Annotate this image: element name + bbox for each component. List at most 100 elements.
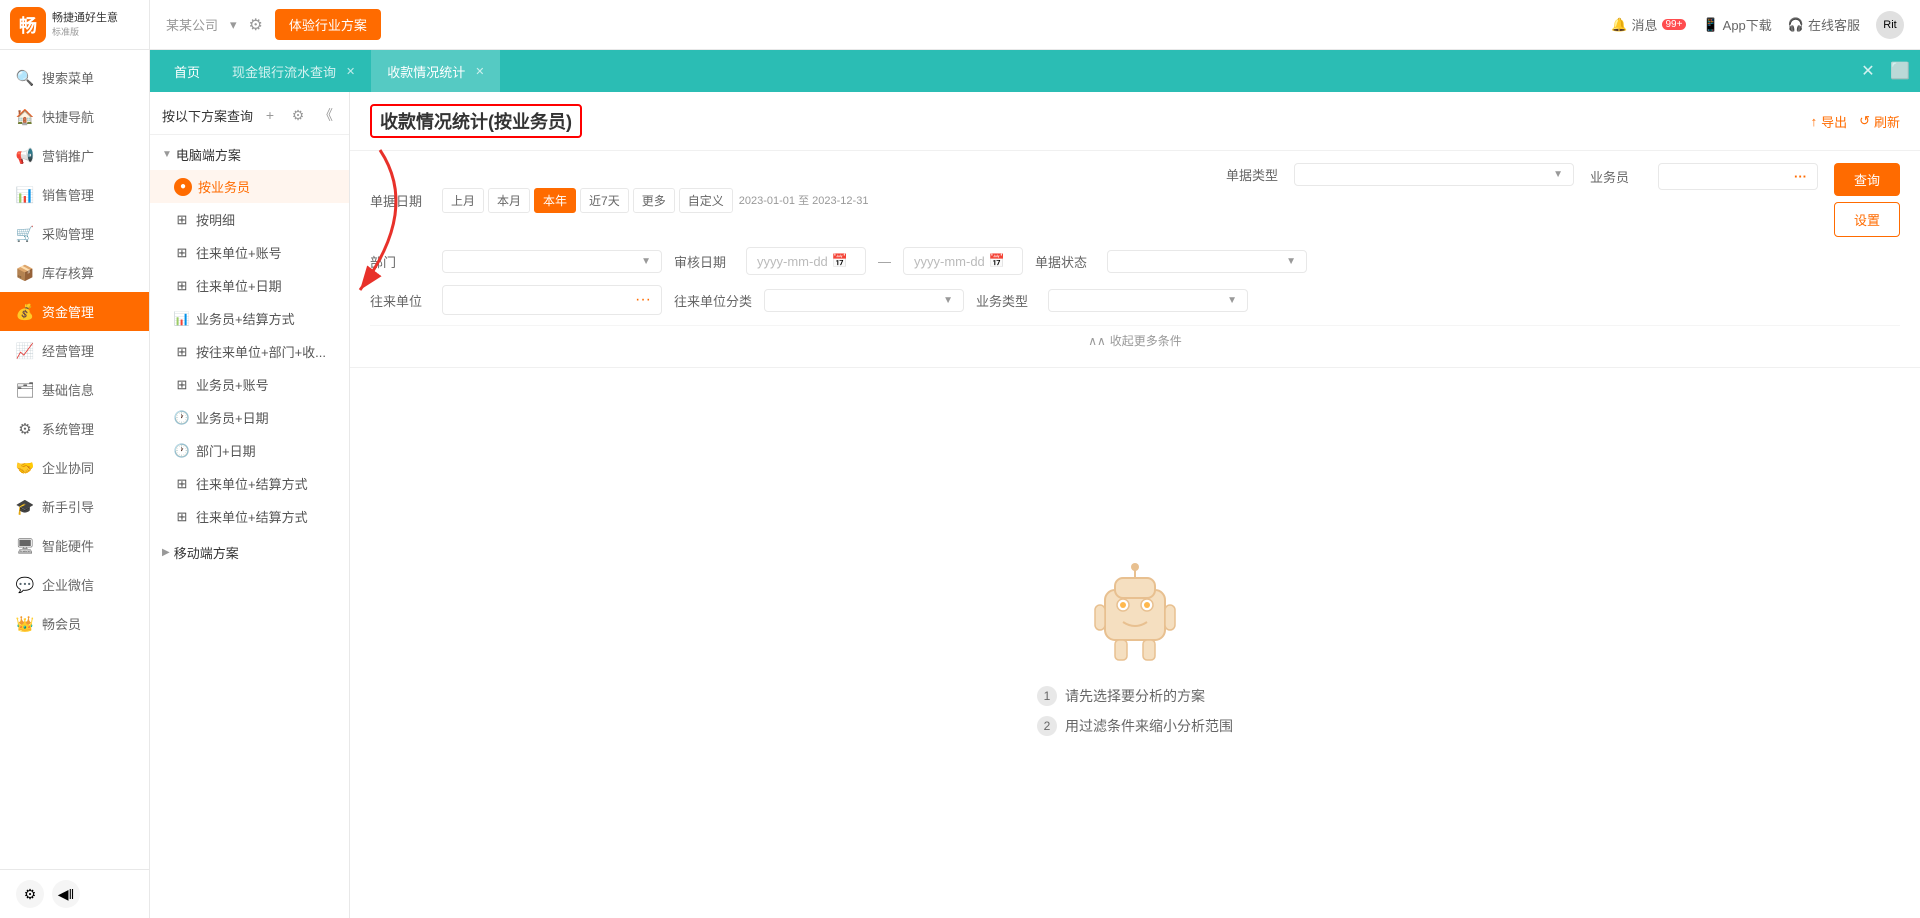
- sidebar-item-operation[interactable]: 📈 经营管理: [0, 331, 149, 370]
- sidebar-settings-btn[interactable]: ⚙: [16, 880, 44, 908]
- partner-class-label: 往来单位分类: [674, 291, 752, 310]
- guide-icon: 🎓: [16, 498, 34, 516]
- tree-item-partner-dept-collect[interactable]: ⊞ 按往来单位+部门+收...: [150, 335, 349, 368]
- window-maximize-btn[interactable]: ⬜: [1888, 59, 1912, 83]
- notification-btn[interactable]: 🔔 消息 99+: [1611, 15, 1686, 34]
- tree-item-label: 业务员+结算方式: [196, 309, 295, 328]
- page-title: 收款情况统计(按业务员): [370, 104, 582, 138]
- partner-select[interactable]: ···: [442, 285, 662, 315]
- partner-label: 往来单位: [370, 291, 430, 310]
- topbar-settings-btn[interactable]: ⚙: [249, 15, 263, 35]
- grid-icon: ⊞: [174, 212, 190, 228]
- grid-icon: ⊞: [174, 245, 190, 261]
- sidebar-item-base[interactable]: 🗂 基础信息: [0, 370, 149, 409]
- sidebar-item-hardware[interactable]: 🖥 智能硬件: [0, 526, 149, 565]
- app-logo: 畅 畅捷通好生意 标准版: [0, 0, 149, 50]
- panel-header-icons: + ⚙ 《: [259, 104, 337, 126]
- sidebar-item-search[interactable]: 🔍 搜索菜单: [0, 58, 149, 97]
- topbar-dropdown-icon[interactable]: ▾: [230, 17, 237, 33]
- tree-item-salesman-date[interactable]: 🕐 业务员+日期: [150, 401, 349, 434]
- tree-item-partner-account[interactable]: ⊞ 往来单位+账号: [150, 236, 349, 269]
- setting-btn[interactable]: 设置: [1834, 202, 1900, 237]
- inventory-icon: 📦: [16, 264, 34, 282]
- date-btn-this-month[interactable]: 本月: [488, 188, 530, 213]
- refresh-btn[interactable]: ↺ 刷新: [1859, 112, 1900, 131]
- active-indicator: ●: [174, 178, 192, 196]
- collapse-more-btn[interactable]: ∧∧ 收起更多条件: [370, 325, 1900, 355]
- sidebar-item-wechat[interactable]: 💬 企业微信: [0, 565, 149, 604]
- date-btn-last-month[interactable]: 上月: [442, 188, 484, 213]
- tree-desktop-parent[interactable]: ▼ 电脑端方案: [150, 139, 349, 170]
- tree-item-partner-settle1[interactable]: ⊞ 往来单位+结算方式: [150, 467, 349, 500]
- audit-date-from-input[interactable]: yyyy-mm-dd 📅: [746, 247, 866, 275]
- sidebar-item-inventory[interactable]: 📦 库存核算: [0, 253, 149, 292]
- dept-filter-label: 部门: [370, 252, 430, 271]
- grid-icon: ⊞: [174, 278, 190, 294]
- tree-section: ▼ 电脑端方案 ● 按业务员 ⊞ 按明细 ⊞ 往来单位+账号: [150, 135, 349, 572]
- app-download-btn[interactable]: 📱 App下载: [1702, 15, 1771, 34]
- date-btn-this-year[interactable]: 本年: [534, 188, 576, 213]
- salesman-select[interactable]: ···: [1658, 163, 1818, 190]
- sidebar-item-quick-nav[interactable]: 🏠 快捷导航: [0, 97, 149, 136]
- partner-class-select[interactable]: ▼: [764, 289, 964, 312]
- sidebar-footer: ⚙ ◀‖: [0, 869, 149, 918]
- chart-icon: 📊: [174, 311, 190, 327]
- tree-item-salesman-settle[interactable]: 📊 业务员+结算方式: [150, 302, 349, 335]
- date-btn-custom[interactable]: 自定义: [679, 188, 733, 213]
- audit-date-to-input[interactable]: yyyy-mm-dd 📅: [903, 247, 1023, 275]
- doc-status-select[interactable]: ▼: [1107, 250, 1307, 273]
- tree-item-by-salesman[interactable]: ● 按业务员: [150, 170, 349, 203]
- home-icon: 🏠: [16, 108, 34, 126]
- content-area: 按以下方案查询 + ⚙ 《 ▼ 电脑端方案 ● 按业务员: [150, 92, 1920, 918]
- tree-mobile-parent[interactable]: ▶ 移动端方案: [150, 537, 349, 568]
- sidebar-item-sales[interactable]: 📊 销售管理: [0, 175, 149, 214]
- tree-item-partner-settle2[interactable]: ⊞ 往来单位+结算方式: [150, 500, 349, 533]
- trial-btn[interactable]: 体验行业方案: [275, 9, 381, 40]
- app-download-label: App下载: [1723, 15, 1772, 34]
- export-btn[interactable]: ↑ 导出: [1811, 112, 1848, 131]
- tab-collection-stats-close[interactable]: ✕: [475, 65, 484, 78]
- window-buttons: ✕ ⬜: [1856, 59, 1912, 83]
- tree-item-dept-date[interactable]: 🕐 部门+日期: [150, 434, 349, 467]
- wechat-icon: 💬: [16, 576, 34, 594]
- tree-item-label: 按明细: [196, 210, 235, 229]
- scheme-settings-btn[interactable]: ⚙: [287, 104, 309, 126]
- tree-item-label: 往来单位+结算方式: [196, 474, 308, 493]
- salesman-more-btn[interactable]: ···: [1794, 169, 1807, 184]
- sidebar-item-label: 资金管理: [42, 302, 94, 321]
- add-scheme-btn[interactable]: +: [259, 104, 281, 126]
- panel-collapse-btn[interactable]: 《: [315, 104, 337, 126]
- doc-type-select[interactable]: ▼: [1294, 163, 1574, 186]
- sidebar-item-system[interactable]: ⚙ 系统管理: [0, 409, 149, 448]
- tree-item-by-detail[interactable]: ⊞ 按明细: [150, 203, 349, 236]
- window-close-btn[interactable]: ✕: [1856, 59, 1880, 83]
- empty-tip-1-text: 请先选择要分析的方案: [1065, 686, 1205, 706]
- date-btn-7days[interactable]: 近7天: [580, 188, 629, 213]
- tab-bank-flow-close[interactable]: ✕: [346, 65, 355, 78]
- tip-num-1: 1: [1037, 686, 1057, 706]
- sidebar-item-finance[interactable]: 💰 资金管理: [0, 292, 149, 331]
- date-btn-more[interactable]: 更多: [633, 188, 675, 213]
- tab-collection-stats[interactable]: 收款情况统计 ✕: [371, 50, 500, 92]
- partner-more-btn[interactable]: ···: [635, 291, 651, 309]
- bell-icon: 🔔: [1611, 17, 1627, 33]
- dept-select[interactable]: ▼: [442, 250, 662, 273]
- sidebar-item-label: 搜索菜单: [42, 68, 94, 87]
- sidebar-item-member[interactable]: 👑 畅会员: [0, 604, 149, 643]
- empty-state: 1 请先选择要分析的方案 2 用过滤条件来缩小分析范围: [350, 368, 1920, 918]
- online-service-label: 在线客服: [1808, 15, 1860, 34]
- tab-home[interactable]: 首页: [158, 50, 216, 92]
- sidebar-item-guide[interactable]: 🎓 新手引导: [0, 487, 149, 526]
- query-btn[interactable]: 查询: [1834, 163, 1900, 196]
- tab-bank-flow[interactable]: 现金银行流水查询 ✕: [216, 50, 371, 92]
- sidebar-item-purchase[interactable]: 🛒 采购管理: [0, 214, 149, 253]
- tree-item-salesman-account[interactable]: ⊞ 业务员+账号: [150, 368, 349, 401]
- online-service-btn[interactable]: 🎧 在线客服: [1788, 15, 1860, 34]
- user-avatar[interactable]: Rit: [1876, 11, 1904, 39]
- sidebar-collapse-btn[interactable]: ◀‖: [52, 880, 80, 908]
- sidebar-item-label: 智能硬件: [42, 536, 94, 555]
- sidebar-item-corp[interactable]: 🤝 企业协同: [0, 448, 149, 487]
- biz-type-select[interactable]: ▼: [1048, 289, 1248, 312]
- tree-item-partner-date[interactable]: ⊞ 往来单位+日期: [150, 269, 349, 302]
- sidebar-item-marketing[interactable]: 📢 营销推广: [0, 136, 149, 175]
